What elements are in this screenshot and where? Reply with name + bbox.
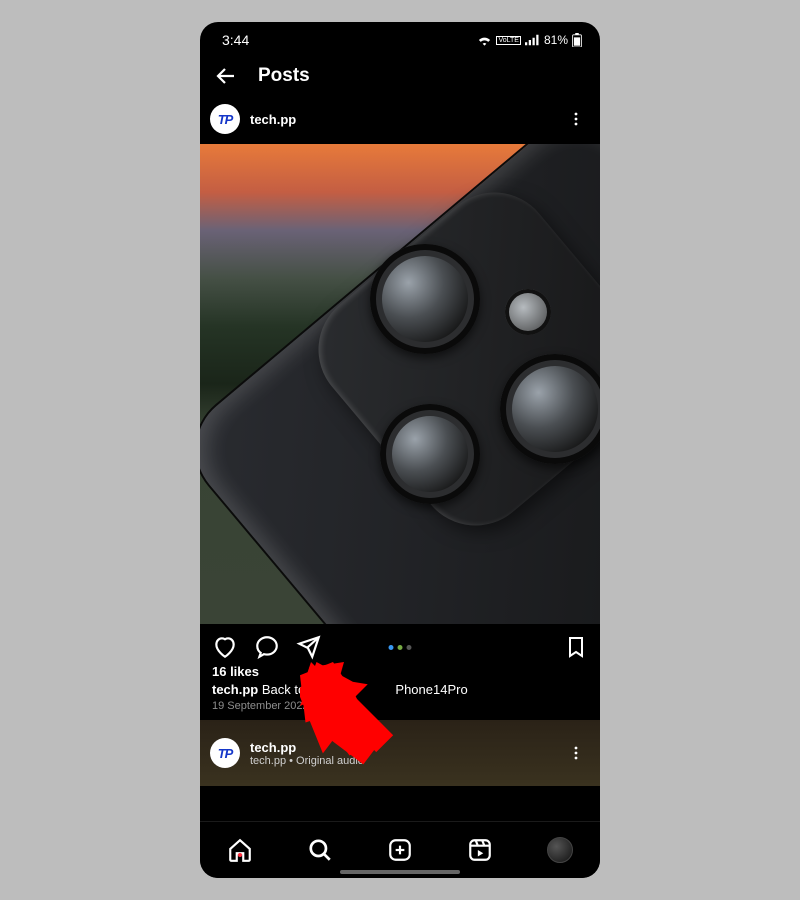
nav-reels[interactable] <box>440 837 520 863</box>
post-avatar[interactable]: TP <box>210 104 240 134</box>
app-header: Posts <box>200 54 600 98</box>
share-button[interactable] <box>296 634 322 660</box>
battery-text: 81% <box>544 33 568 47</box>
heart-icon <box>212 634 238 660</box>
likes-count[interactable]: 16 likes <box>212 664 588 679</box>
next-post-username[interactable]: tech.pp <box>250 740 364 755</box>
more-vertical-icon <box>568 745 584 761</box>
status-time: 3:44 <box>222 32 249 48</box>
reels-icon <box>467 837 493 863</box>
comment-button[interactable] <box>254 634 280 660</box>
home-notification-dot <box>238 853 242 857</box>
post-image[interactable] <box>200 144 600 624</box>
next-post-avatar[interactable]: TP <box>210 738 240 768</box>
network-label: VoLTE <box>496 36 521 45</box>
post-date: 19 September 2022 <box>212 700 588 712</box>
caption-username[interactable]: tech.pp <box>212 682 258 697</box>
nav-search[interactable] <box>280 837 360 863</box>
post-username[interactable]: tech.pp <box>250 112 296 127</box>
wifi-icon <box>477 34 492 46</box>
bottom-nav <box>200 821 600 878</box>
post-header: TP tech.pp <box>200 98 600 144</box>
nav-create[interactable] <box>360 837 440 863</box>
plus-square-icon <box>387 837 413 863</box>
next-post-more-button[interactable] <box>562 739 590 767</box>
status-bar: 3:44 VoLTE 81% <box>200 22 600 54</box>
search-icon <box>307 837 333 863</box>
back-button[interactable] <box>214 64 238 88</box>
next-post-audio[interactable]: tech.pp • Original audio <box>250 755 364 767</box>
bookmark-icon <box>564 635 588 659</box>
status-icons: VoLTE 81% <box>477 33 582 47</box>
back-arrow-icon <box>214 64 238 88</box>
share-icon <box>296 634 322 660</box>
post-action-row <box>200 624 600 664</box>
profile-avatar-icon <box>547 837 573 863</box>
page-title: Posts <box>258 65 310 87</box>
battery-icon <box>572 33 582 47</box>
post-caption: tech.pp Back to BLAPhone14Pro <box>212 682 588 697</box>
like-button[interactable] <box>212 634 238 660</box>
next-post-header: TP tech.pp tech.pp • Original audio <box>200 720 600 786</box>
home-icon <box>227 837 253 863</box>
phone-frame: 3:44 VoLTE 81% Posts TP tech.pp <box>200 22 600 878</box>
signal-icon <box>525 34 540 46</box>
nav-profile[interactable] <box>520 837 600 863</box>
carousel-indicator <box>389 645 412 650</box>
save-button[interactable] <box>564 635 588 659</box>
nav-home[interactable] <box>200 837 280 863</box>
gesture-bar <box>340 870 460 874</box>
post-meta: 16 likes tech.pp Back to BLAPhone14Pro 1… <box>200 664 600 720</box>
post-more-button[interactable] <box>562 105 590 133</box>
more-vertical-icon <box>568 111 584 127</box>
comment-icon <box>254 634 280 660</box>
